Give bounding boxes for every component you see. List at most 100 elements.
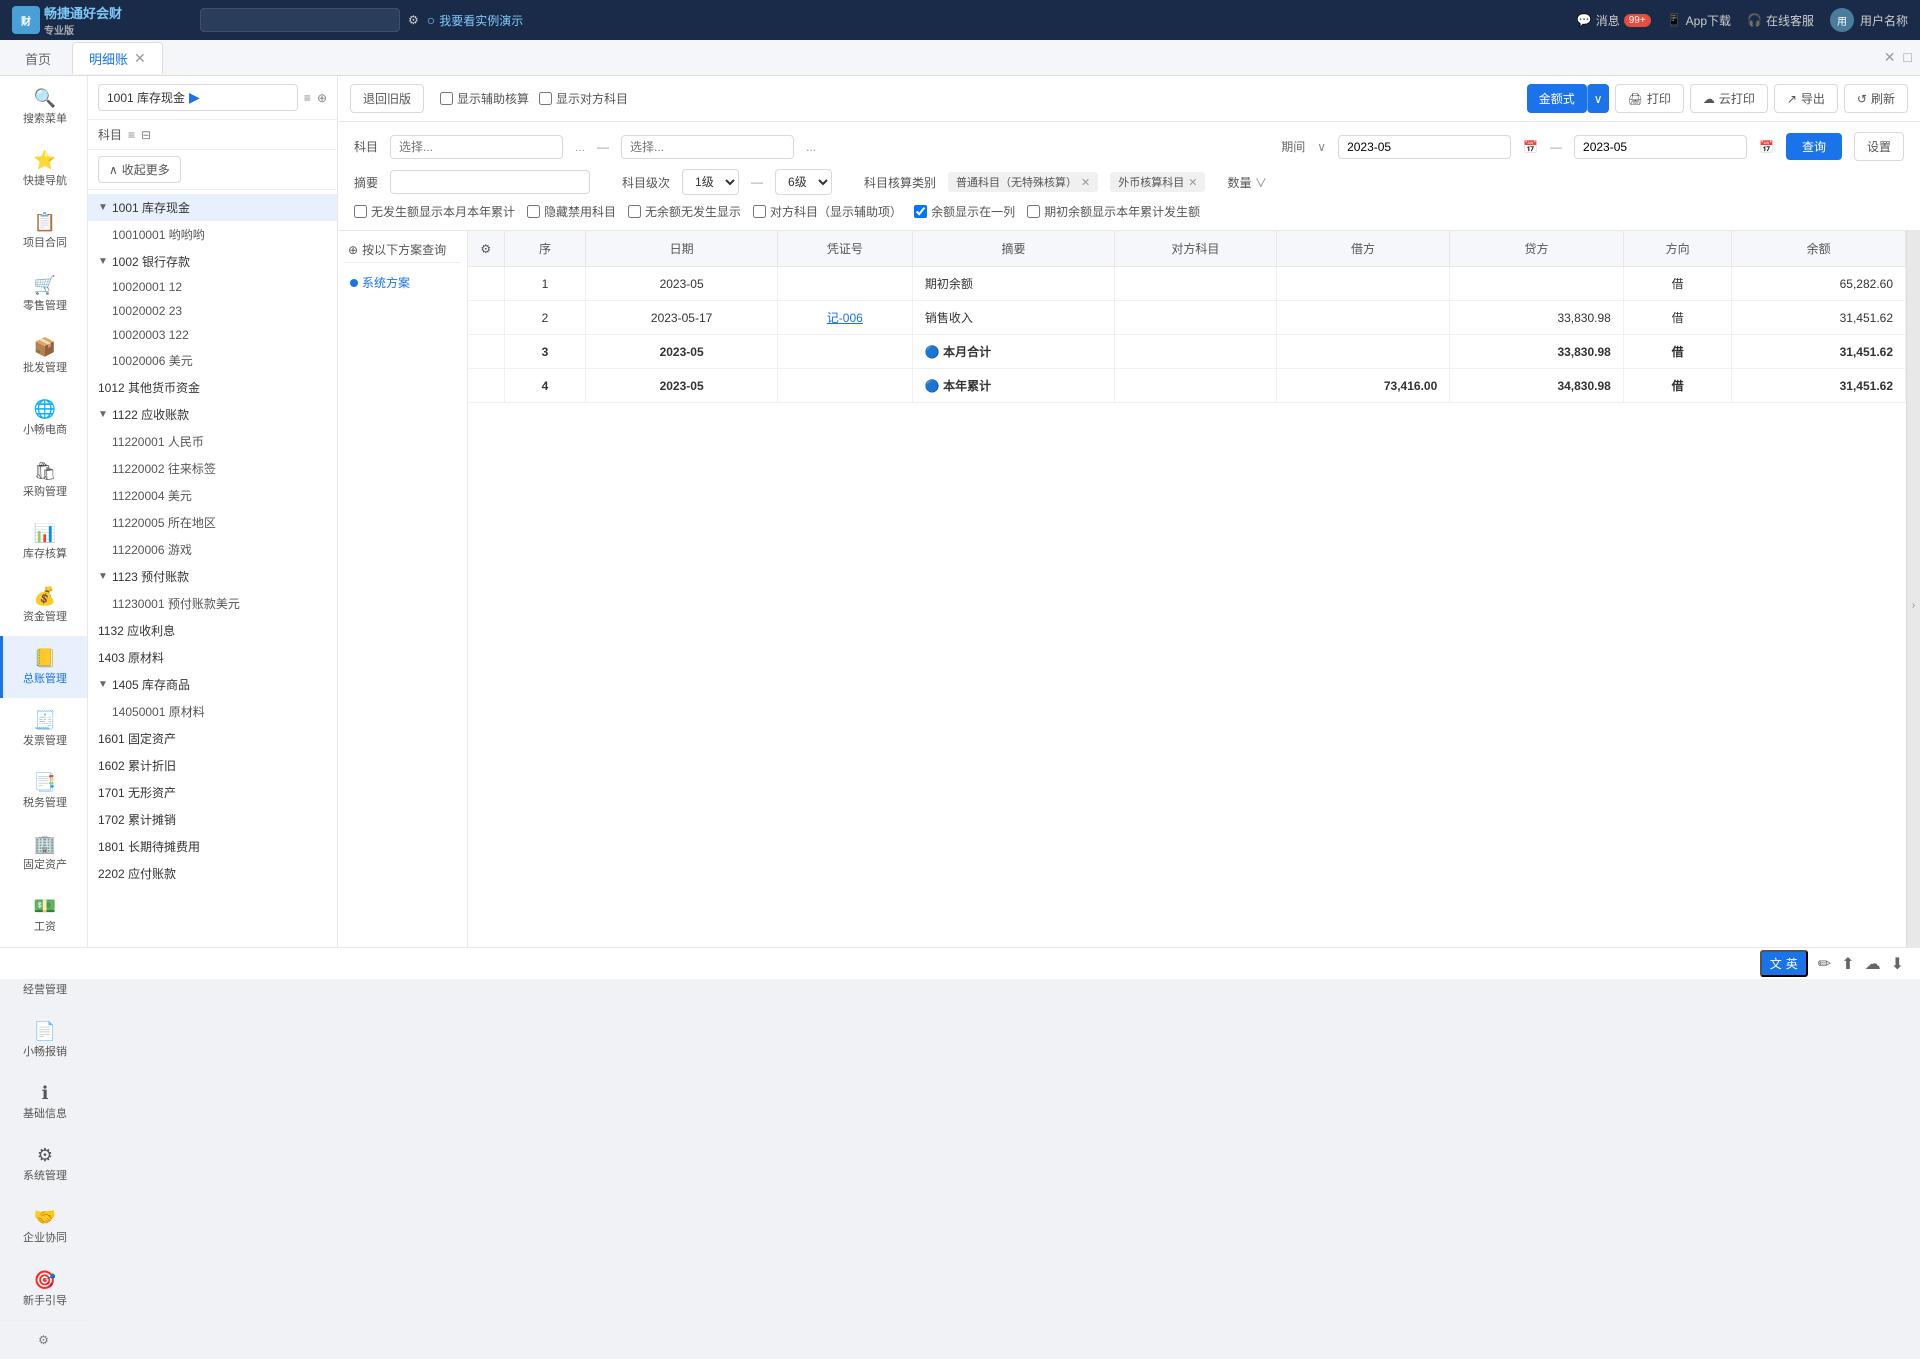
add-account-icon[interactable]: ⊕	[317, 91, 327, 105]
tree-item-10020002[interactable]: 10020002 23	[88, 299, 337, 323]
table-row[interactable]: 12023-05期初余额借65,282.60	[468, 267, 1906, 301]
tree-item-11220006[interactable]: 11220006 游戏	[88, 536, 337, 563]
tree-item-1403[interactable]: 1403 原材料	[88, 644, 337, 671]
sidebar-item-project[interactable]: 📋 项目合同	[0, 200, 87, 262]
cb-contra[interactable]: 对方科目（显示辅助项）	[753, 203, 902, 220]
sidebar-item-quicknav[interactable]: ⭐ 快捷导航	[0, 138, 87, 200]
tree-item-11220002[interactable]: 11220002 往来标签	[88, 455, 337, 482]
tree-item-1701[interactable]: 1701 无形资产	[88, 779, 337, 806]
collapse-icon[interactable]: ⊟	[141, 128, 151, 142]
cb-hide-disabled-input[interactable]	[527, 205, 540, 218]
subject-input-2[interactable]	[621, 135, 794, 159]
sidebar-item-retail[interactable]: 🛒 零售管理	[0, 263, 87, 325]
lang-switch-btn[interactable]: 文 英	[1760, 950, 1808, 977]
tree-item-1012[interactable]: 1012 其他货币资金	[88, 374, 337, 401]
tree-item-10020006[interactable]: 10020006 美元	[88, 347, 337, 374]
user-area[interactable]: 用 用户名称	[1830, 8, 1908, 32]
list-view-icon[interactable]: ≡	[304, 91, 311, 105]
tree-item-1702[interactable]: 1702 累计摊销	[88, 806, 337, 833]
download-icon[interactable]: ⬇	[1891, 954, 1904, 974]
amount-format-dropdown[interactable]: ∨	[1587, 84, 1609, 113]
cloud-print-btn[interactable]: ☁ 云打印	[1690, 84, 1768, 113]
show-contra-input[interactable]	[539, 92, 552, 105]
tab-close-btn[interactable]: ✕	[134, 50, 146, 67]
upload-icon[interactable]: ⬆	[1841, 954, 1854, 974]
export-btn[interactable]: ↗ 导出	[1774, 84, 1838, 113]
tree-item-10020003[interactable]: 10020003 122	[88, 323, 337, 347]
sidebar-item-finance[interactable]: 💰 资金管理	[0, 574, 87, 636]
tree-item-1602[interactable]: 1602 累计折旧	[88, 752, 337, 779]
tree-item-11220004[interactable]: 11220004 美元	[88, 482, 337, 509]
message-btn[interactable]: 💬 消息 99+	[1577, 12, 1651, 29]
cloud-icon[interactable]: ☁	[1865, 954, 1881, 974]
tree-item-1801[interactable]: 1801 长期待摊费用	[88, 833, 337, 860]
sidebar-item-ecommerce[interactable]: 🌐 小畅电商	[0, 387, 87, 449]
settings-icon[interactable]: ⚙	[408, 13, 419, 27]
cb-balance-col[interactable]: 余额显示在一列	[914, 203, 1015, 220]
tree-item-1002[interactable]: ▼ 1002 银行存款	[88, 248, 337, 275]
sidebar-item-purchase[interactable]: 🛍 采购管理	[0, 449, 87, 511]
filter-tag-foreign-remove[interactable]: ✕	[1188, 176, 1197, 189]
cb-no-amount-input[interactable]	[354, 205, 367, 218]
refresh-btn[interactable]: ↺ 刷新	[1844, 84, 1908, 113]
table-row[interactable]: 42023-05🔵 本年累计73,416.0034,830.98借31,451.…	[468, 369, 1906, 403]
window-maximize-btn[interactable]: □	[1904, 49, 1912, 66]
tree-item-10020001[interactable]: 10020001 12	[88, 275, 337, 299]
show-contra-checkbox[interactable]: 显示对方科目	[539, 90, 628, 107]
tree-item-14050001[interactable]: 14050001 原材料	[88, 698, 337, 725]
sidebar-item-assets[interactable]: 🏢 固定资产	[0, 822, 87, 884]
level-from-select[interactable]: 1级2级3级	[682, 169, 739, 195]
tree-item-1405[interactable]: ▼ 1405 库存商品	[88, 671, 337, 698]
tab-home[interactable]: 首页	[8, 42, 68, 74]
cb-contra-input[interactable]	[753, 205, 766, 218]
cb-balance-col-input[interactable]	[914, 205, 927, 218]
window-close-btn[interactable]: ✕	[1884, 49, 1896, 66]
tree-item-2202[interactable]: 2202 应付账款	[88, 860, 337, 887]
tree-item-10010001[interactable]: 10010001 哟哟哟	[88, 221, 337, 248]
period-start-input[interactable]	[1338, 135, 1511, 159]
sidebar-item-inventory[interactable]: 📊 库存核算	[0, 511, 87, 573]
row-voucher-cell[interactable]: 记-006	[777, 301, 912, 335]
sidebar-item-search[interactable]: 🔍 搜索菜单	[0, 76, 87, 138]
app-download-btn[interactable]: 📱 App下载	[1667, 12, 1731, 29]
sidebar-item-system[interactable]: ⚙ 系统管理	[0, 1133, 87, 1195]
amount-format-btn[interactable]: 金额式	[1527, 84, 1587, 113]
sidebar-item-guide[interactable]: 🎯 新手引导	[0, 1258, 87, 1320]
subject-input-1[interactable]	[390, 135, 563, 159]
demo-link[interactable]: ○ 我要看实例演示	[427, 12, 523, 29]
print-btn[interactable]: 🖨 打印	[1615, 84, 1684, 113]
sidebar-item-coop[interactable]: 🤝 企业协同	[0, 1195, 87, 1257]
cb-no-balance[interactable]: 无余额无发生显示	[628, 203, 741, 220]
show-aux-input[interactable]	[440, 92, 453, 105]
cb-no-amount[interactable]: 无发生额显示本月本年累计	[354, 203, 515, 220]
period-dropdown-icon[interactable]: ∨	[1317, 140, 1326, 154]
period-end-calendar-icon[interactable]: 📅	[1759, 140, 1774, 154]
tree-item-11220005[interactable]: 11220005 所在地区	[88, 509, 337, 536]
level-to-select[interactable]: 6级5级4级	[775, 169, 832, 195]
sidebar-settings-btn[interactable]: ⚙	[0, 1321, 87, 1359]
sidebar-item-invoice[interactable]: 🧾 发票管理	[0, 698, 87, 760]
sidebar-item-report[interactable]: 📄 小畅报销	[0, 1009, 87, 1071]
return-old-version-btn[interactable]: 退回旧版	[350, 84, 424, 113]
sidebar-item-salary[interactable]: 💵 工资	[0, 884, 87, 946]
collapse-more-btn[interactable]: ∧ 收起更多	[98, 156, 181, 183]
period-start-calendar-icon[interactable]: 📅	[1523, 140, 1538, 154]
sidebar-item-tax[interactable]: 📑 税务管理	[0, 760, 87, 822]
cb-init-balance-input[interactable]	[1027, 205, 1040, 218]
voucher-link[interactable]: 记-006	[827, 311, 863, 325]
filter-icon[interactable]: ≡	[128, 128, 135, 142]
query-btn[interactable]: 查询	[1786, 133, 1842, 160]
search-input[interactable]	[200, 8, 400, 32]
show-aux-checkbox[interactable]: 显示辅助核算	[440, 90, 529, 107]
account-selector[interactable]: 1001 库存现金 ▶	[98, 84, 298, 111]
tab-detail[interactable]: 明细账 ✕	[72, 42, 163, 74]
right-collapse-btn[interactable]: ›	[1906, 231, 1920, 979]
table-row[interactable]: 22023-05-17记-006销售收入33,830.98借31,451.62	[468, 301, 1906, 335]
cb-init-balance[interactable]: 期初余额显示本年累计发生额	[1027, 203, 1200, 220]
cb-no-balance-input[interactable]	[628, 205, 641, 218]
edit-icon[interactable]: ✏	[1818, 954, 1831, 974]
tree-item-1123[interactable]: ▼ 1123 预付账款	[88, 563, 337, 590]
summary-input[interactable]	[390, 170, 590, 194]
th-settings[interactable]: ⚙	[468, 231, 504, 267]
sidebar-item-accounting[interactable]: 📒 总账管理	[0, 636, 87, 698]
